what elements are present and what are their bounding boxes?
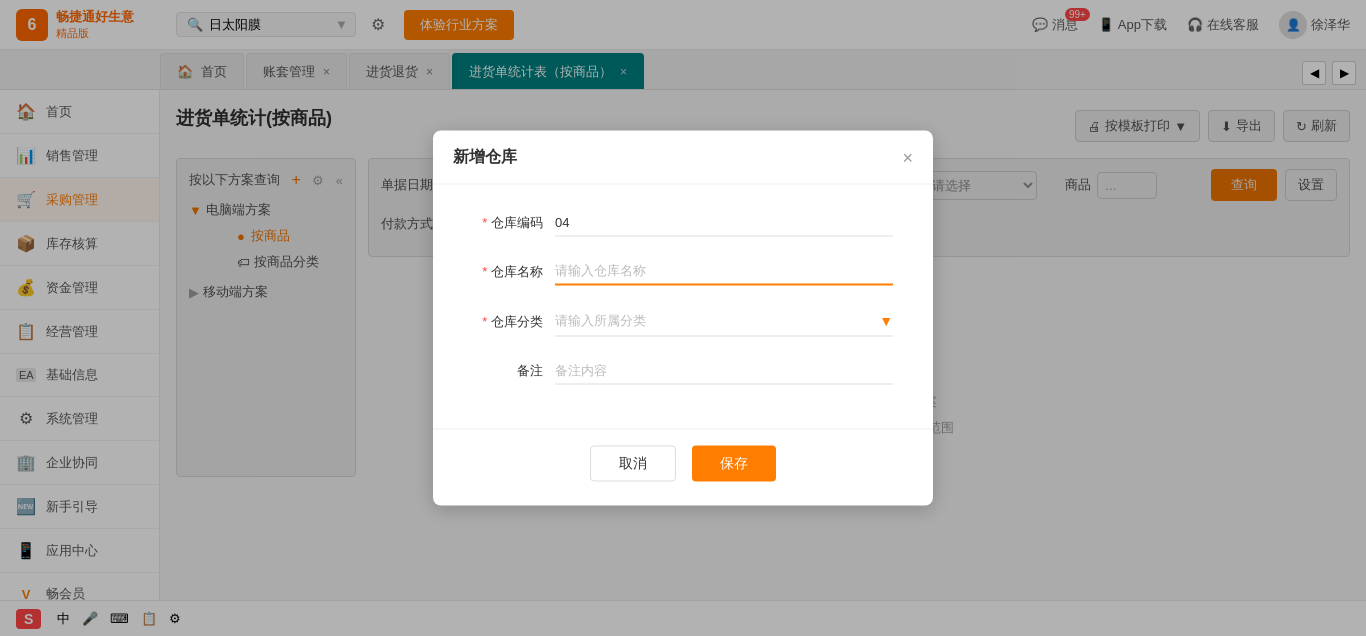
form-row-category: 仓库分类 请输入所属分类 ▼ [473, 306, 893, 337]
form-row-name: 仓库名称 [473, 257, 893, 286]
dialog-footer: 取消 保存 [433, 429, 933, 506]
form-row-code: 仓库编码 [473, 209, 893, 237]
new-warehouse-dialog: 新增仓库 × 仓库编码 仓库名称 仓库分类 请输入所属分类 ▼ 备注 取消 保存 [433, 131, 933, 506]
dialog-header: 新增仓库 × [433, 131, 933, 185]
code-input[interactable] [555, 209, 893, 237]
note-input[interactable] [555, 357, 893, 385]
name-input[interactable] [555, 257, 893, 286]
dialog-title: 新增仓库 [453, 147, 517, 168]
code-label: 仓库编码 [473, 214, 543, 232]
dialog-body: 仓库编码 仓库名称 仓库分类 请输入所属分类 ▼ 备注 [433, 185, 933, 429]
category-dropdown-icon: ▼ [879, 313, 893, 329]
cancel-button[interactable]: 取消 [590, 446, 676, 482]
note-label: 备注 [473, 362, 543, 380]
form-row-note: 备注 [473, 357, 893, 385]
save-button[interactable]: 保存 [692, 446, 776, 482]
name-label: 仓库名称 [473, 262, 543, 280]
dialog-close-btn[interactable]: × [902, 148, 913, 166]
category-select[interactable]: 请输入所属分类 ▼ [555, 306, 893, 337]
category-label: 仓库分类 [473, 312, 543, 330]
